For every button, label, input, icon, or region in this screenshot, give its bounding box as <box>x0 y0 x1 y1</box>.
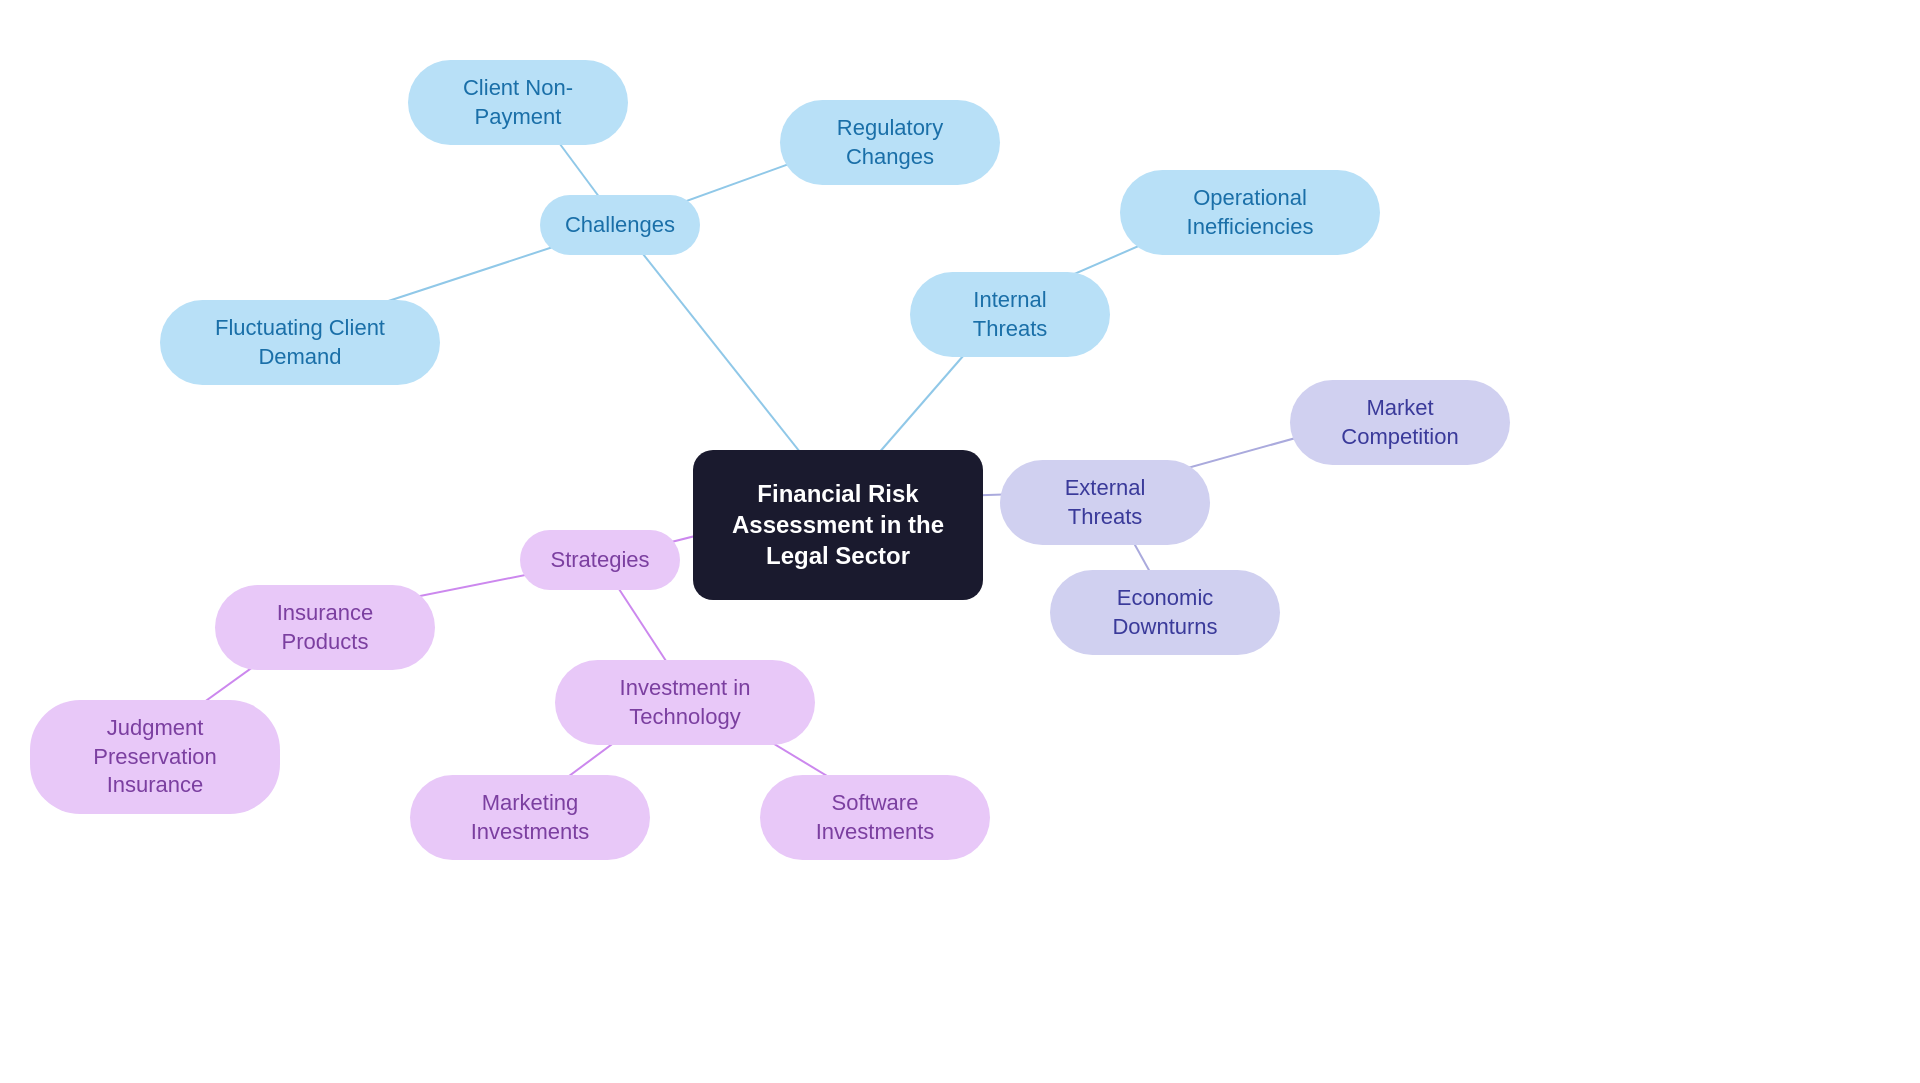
node-judgmentPreservation[interactable]: Judgment Preservation Insurance <box>30 700 280 814</box>
node-economicDownturns[interactable]: Economic Downturns <box>1050 570 1280 655</box>
node-clientNonPayment[interactable]: Client Non-Payment <box>408 60 628 145</box>
mindmap-canvas: Financial Risk Assessment in the Legal S… <box>0 0 1920 1083</box>
node-softwareInvestments[interactable]: Software Investments <box>760 775 990 860</box>
node-internalThreats[interactable]: Internal Threats <box>910 272 1110 357</box>
node-challenges[interactable]: Challenges <box>540 195 700 255</box>
node-fluctuatingClientDemand[interactable]: Fluctuating Client Demand <box>160 300 440 385</box>
node-strategies[interactable]: Strategies <box>520 530 680 590</box>
node-investmentInTechnology[interactable]: Investment in Technology <box>555 660 815 745</box>
node-externalThreats[interactable]: External Threats <box>1000 460 1210 545</box>
node-insuranceProducts[interactable]: Insurance Products <box>215 585 435 670</box>
node-regulatoryChanges[interactable]: Regulatory Changes <box>780 100 1000 185</box>
node-marketCompetition[interactable]: Market Competition <box>1290 380 1510 465</box>
node-operationalInefficiencies[interactable]: Operational Inefficiencies <box>1120 170 1380 255</box>
node-center[interactable]: Financial Risk Assessment in the Legal S… <box>693 450 983 600</box>
node-marketingInvestments[interactable]: Marketing Investments <box>410 775 650 860</box>
